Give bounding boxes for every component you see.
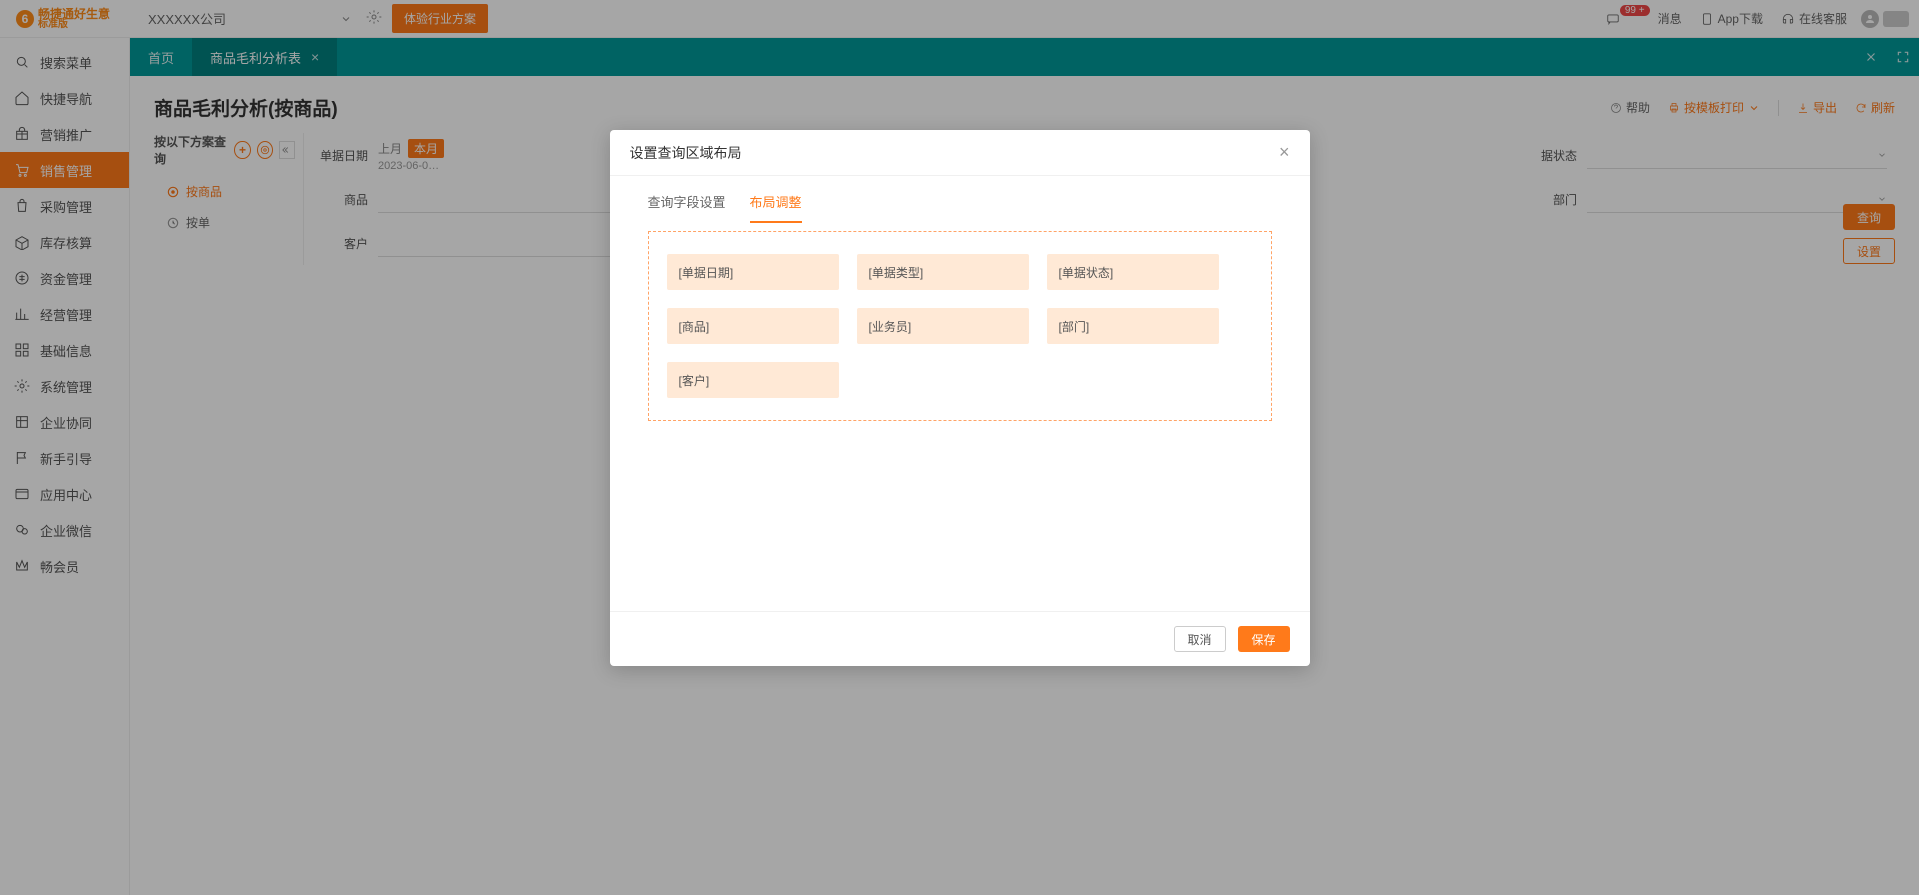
- layout-chip[interactable]: [单据状态]: [1047, 254, 1219, 290]
- layout-chip[interactable]: [商品]: [667, 308, 839, 344]
- layout-chip[interactable]: [单据日期]: [667, 254, 839, 290]
- layout-chip[interactable]: [单据类型]: [857, 254, 1029, 290]
- layout-drop-zone[interactable]: [单据日期] [单据类型] [单据状态] [商品] [业务员] [部门] [客户…: [648, 231, 1272, 421]
- layout-chip[interactable]: [部门]: [1047, 308, 1219, 344]
- layout-chip[interactable]: [业务员]: [857, 308, 1029, 344]
- layout-chip[interactable]: [客户]: [667, 362, 839, 398]
- modal-tab-layout[interactable]: 布局调整: [750, 186, 802, 223]
- modal-close-icon[interactable]: ×: [1279, 142, 1290, 163]
- layout-modal: 设置查询区域布局 × 查询字段设置 布局调整 [单据日期] [单据类型] [单据…: [610, 130, 1310, 666]
- modal-head: 设置查询区域布局 ×: [610, 130, 1310, 176]
- save-button[interactable]: 保存: [1238, 626, 1290, 652]
- modal-tabs: 查询字段设置 布局调整: [610, 176, 1310, 223]
- modal-foot: 取消 保存: [610, 611, 1310, 666]
- cancel-button[interactable]: 取消: [1174, 626, 1226, 652]
- modal-overlay: 设置查询区域布局 × 查询字段设置 布局调整 [单据日期] [单据类型] [单据…: [0, 0, 1919, 895]
- modal-tab-fields[interactable]: 查询字段设置: [648, 186, 726, 223]
- modal-title: 设置查询区域布局: [630, 143, 742, 163]
